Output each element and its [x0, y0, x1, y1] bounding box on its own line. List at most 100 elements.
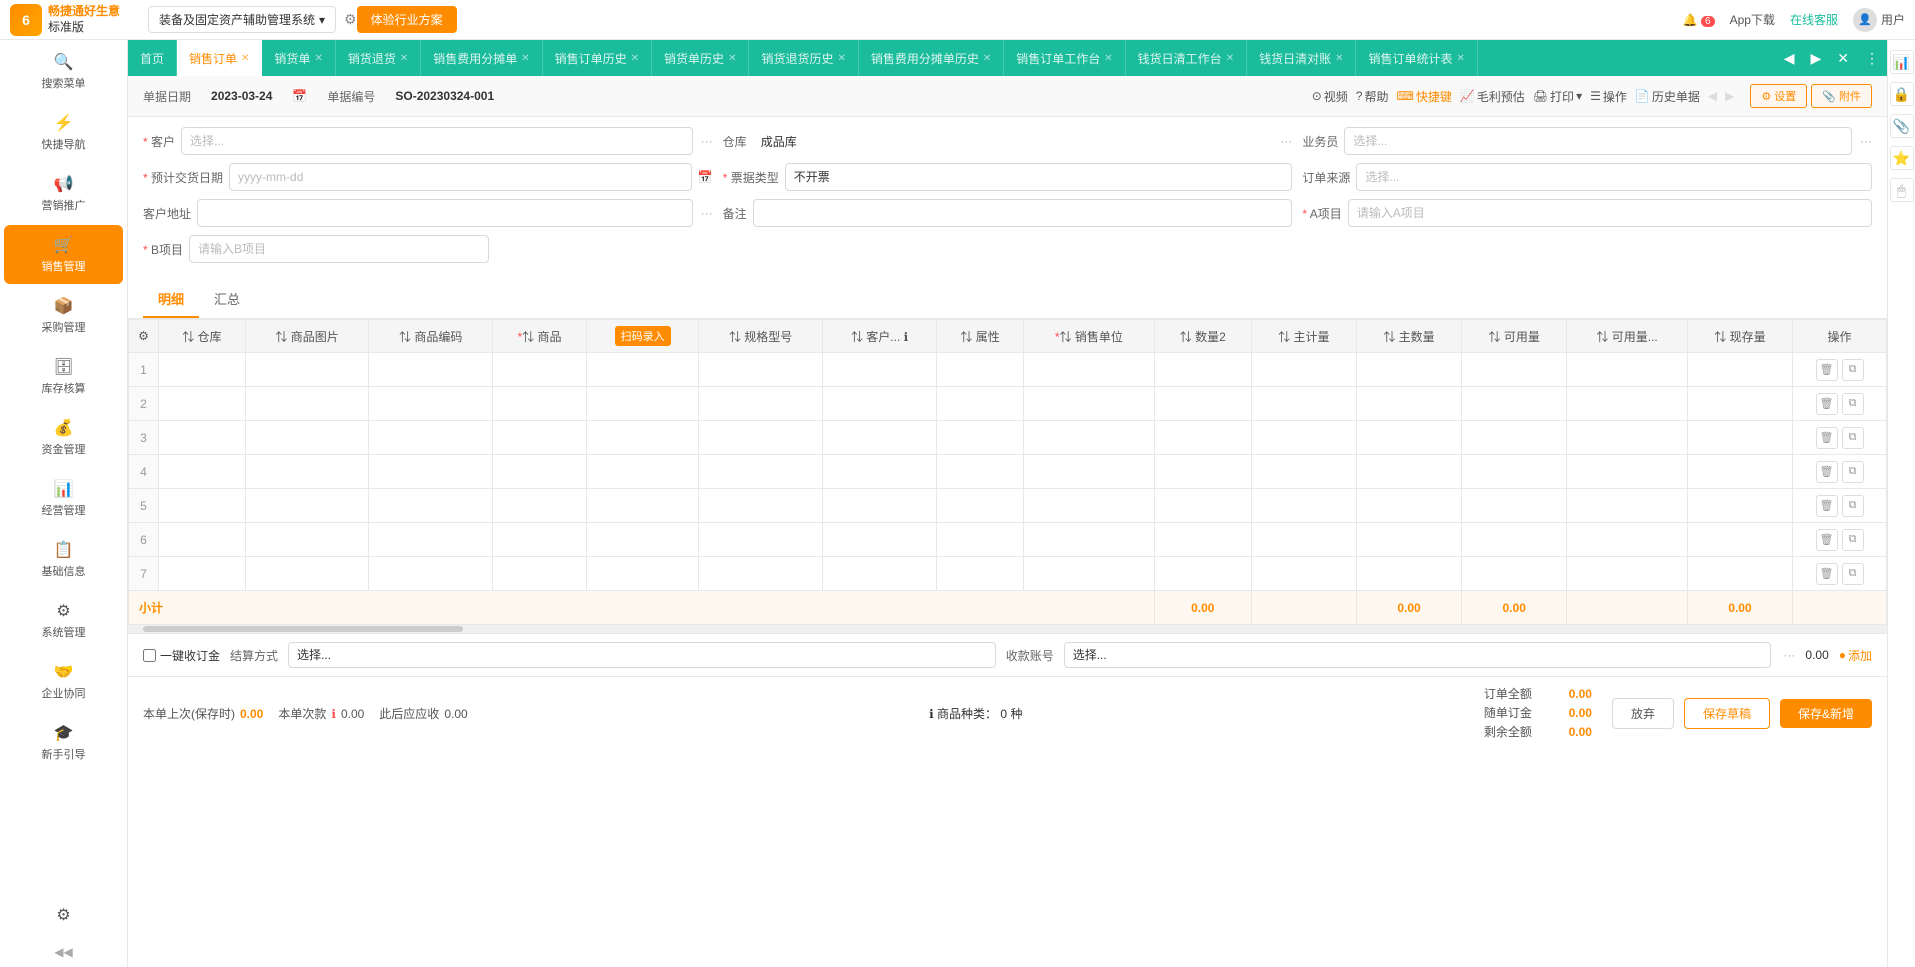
salesperson-more-icon[interactable]: ··· — [1860, 134, 1872, 148]
save-new-button[interactable]: 保存&新增 — [1780, 699, 1872, 728]
row-sales-unit[interactable] — [1023, 353, 1154, 387]
row-available[interactable] — [1462, 455, 1567, 489]
row-sales-unit[interactable] — [1023, 387, 1154, 421]
row-customer-code[interactable] — [822, 421, 936, 455]
shortcut-link[interactable]: ⌨ 快捷键 — [1397, 88, 1452, 105]
sidebar-item-finance[interactable]: 💰 资金管理 — [4, 408, 123, 467]
row-product-image[interactable] — [245, 523, 369, 557]
nav-tab-sales-expense-history[interactable]: 销售费用分摊单历史 ✕ — [859, 40, 1004, 76]
row-copy-button[interactable]: ⧉ — [1842, 495, 1864, 517]
row-available[interactable] — [1462, 523, 1567, 557]
row-attributes[interactable] — [937, 489, 1024, 523]
row-available2[interactable] — [1567, 353, 1688, 387]
row-sales-unit[interactable] — [1023, 557, 1154, 591]
row-current-stock[interactable] — [1687, 523, 1792, 557]
nav-tab-sales-order-workbench[interactable]: 销售订单工作台 ✕ — [1004, 40, 1125, 76]
right-icon-cursor[interactable]: 🖱 — [1890, 178, 1914, 202]
nav-tab-sales-order-stats[interactable]: 销售订单统计表 ✕ — [1356, 40, 1477, 76]
row-available2[interactable] — [1567, 523, 1688, 557]
sidebar-collapse-button[interactable]: ◀◀ — [0, 937, 127, 967]
row-product-code[interactable] — [369, 557, 493, 591]
row-available[interactable] — [1462, 421, 1567, 455]
row-product[interactable] — [493, 455, 587, 489]
row-current-stock[interactable] — [1687, 353, 1792, 387]
row-product-image[interactable] — [245, 421, 369, 455]
horizontal-scrollbar[interactable] — [128, 625, 1887, 633]
sidebar-item-system[interactable]: ⚙ 系统管理 — [4, 591, 123, 650]
row-attributes[interactable] — [937, 523, 1024, 557]
table-settings-icon[interactable]: ⚙ — [138, 329, 149, 343]
sidebar-item-guide[interactable]: 🎓 新手引导 — [4, 713, 123, 772]
row-product-code[interactable] — [369, 489, 493, 523]
tab-close-icon[interactable]: ✕ — [400, 53, 408, 64]
attach-btn[interactable]: 📎 附件 — [1811, 84, 1872, 108]
nav-tab-cash-daily-reconcile[interactable]: 钱货日清对账 ✕ — [1247, 40, 1356, 76]
user-menu[interactable]: 👤 用户 — [1853, 8, 1905, 32]
row-attributes[interactable] — [937, 557, 1024, 591]
row-main-unit[interactable] — [1251, 489, 1356, 523]
row-warehouse[interactable] — [159, 455, 246, 489]
row-warehouse[interactable] — [159, 523, 246, 557]
row-warehouse[interactable] — [159, 353, 246, 387]
right-icon-star[interactable]: ⭐ — [1890, 146, 1914, 170]
row-available2[interactable] — [1567, 455, 1688, 489]
invoice-type-select[interactable]: 不开票 — [785, 163, 1293, 191]
row-customer-code[interactable] — [822, 455, 936, 489]
row-copy-button[interactable]: ⧉ — [1842, 529, 1864, 551]
row-main-quantity[interactable] — [1356, 523, 1461, 557]
row-delete-button[interactable]: 🗑 — [1816, 359, 1838, 381]
row-quantity2[interactable] — [1154, 489, 1251, 523]
row-customer-code[interactable] — [822, 387, 936, 421]
save-draft-button[interactable]: 保存草稿 — [1684, 698, 1770, 729]
tab-detail[interactable]: 明细 — [143, 281, 199, 318]
row-delete-button[interactable]: 🗑 — [1816, 461, 1838, 483]
row-product-image[interactable] — [245, 557, 369, 591]
nav-tab-sales-order[interactable]: 销售订单 ✕ — [177, 40, 262, 76]
row-available[interactable] — [1462, 489, 1567, 523]
online-service-link[interactable]: 在线客服 — [1790, 11, 1838, 28]
customer-more-icon[interactable]: ··· — [701, 134, 713, 148]
sidebar-item-search[interactable]: 🔍 搜索菜单 — [4, 42, 123, 101]
tab-close-icon[interactable]: ✕ — [1226, 53, 1234, 64]
row-product-image[interactable] — [245, 455, 369, 489]
row-main-unit[interactable] — [1251, 387, 1356, 421]
row-main-unit[interactable] — [1251, 523, 1356, 557]
row-main-quantity[interactable] — [1356, 353, 1461, 387]
row-product-code[interactable] — [369, 387, 493, 421]
row-main-quantity[interactable] — [1356, 489, 1461, 523]
tab-close-icon[interactable]: ✕ — [1457, 53, 1465, 64]
nav-tab-sales-expense-split[interactable]: 销售费用分摊单 ✕ — [421, 40, 542, 76]
row-spec[interactable] — [699, 557, 823, 591]
row-customer-code[interactable] — [822, 523, 936, 557]
operate-link[interactable]: ☰ 操作 — [1590, 88, 1627, 105]
tab-menu-button[interactable]: ⋮ — [1857, 40, 1887, 76]
row-quantity2[interactable] — [1154, 421, 1251, 455]
row-quantity2[interactable] — [1154, 387, 1251, 421]
tab-close-icon[interactable]: ✕ — [631, 53, 639, 64]
row-customer-code[interactable] — [822, 489, 936, 523]
row-warehouse[interactable] — [159, 489, 246, 523]
nav-tab-cash-daily-workbench[interactable]: 钱货日清工作台 ✕ — [1126, 40, 1247, 76]
payment-method-select[interactable]: 选择... — [288, 642, 996, 668]
row-product-code[interactable] — [369, 455, 493, 489]
row-main-quantity[interactable] — [1356, 387, 1461, 421]
nav-tab-sales-refund-history[interactable]: 销货退货历史 ✕ — [749, 40, 858, 76]
row-attributes[interactable] — [937, 353, 1024, 387]
profit-link[interactable]: 📈 毛利预估 — [1460, 88, 1525, 105]
row-spec[interactable] — [699, 489, 823, 523]
row-copy-button[interactable]: ⧉ — [1842, 393, 1864, 415]
salesperson-input[interactable] — [1344, 127, 1852, 155]
row-copy-button[interactable]: ⧉ — [1842, 563, 1864, 585]
row-warehouse[interactable] — [159, 387, 246, 421]
row-product[interactable] — [493, 353, 587, 387]
address-more-icon[interactable]: ··· — [701, 206, 713, 220]
row-product-code[interactable] — [369, 523, 493, 557]
customer-address-input[interactable] — [197, 199, 693, 227]
tab-next-button[interactable]: ▶ — [1802, 40, 1829, 76]
tab-close-icon[interactable]: ✕ — [1335, 53, 1343, 64]
nav-tab-sales-order-history[interactable]: 销售订单历史 ✕ — [543, 40, 652, 76]
tab-close-icon[interactable]: ✕ — [241, 53, 249, 64]
row-product-code[interactable] — [369, 421, 493, 455]
row-product[interactable] — [493, 489, 587, 523]
sidebar-item-enterprise[interactable]: 🤝 企业协同 — [4, 652, 123, 711]
